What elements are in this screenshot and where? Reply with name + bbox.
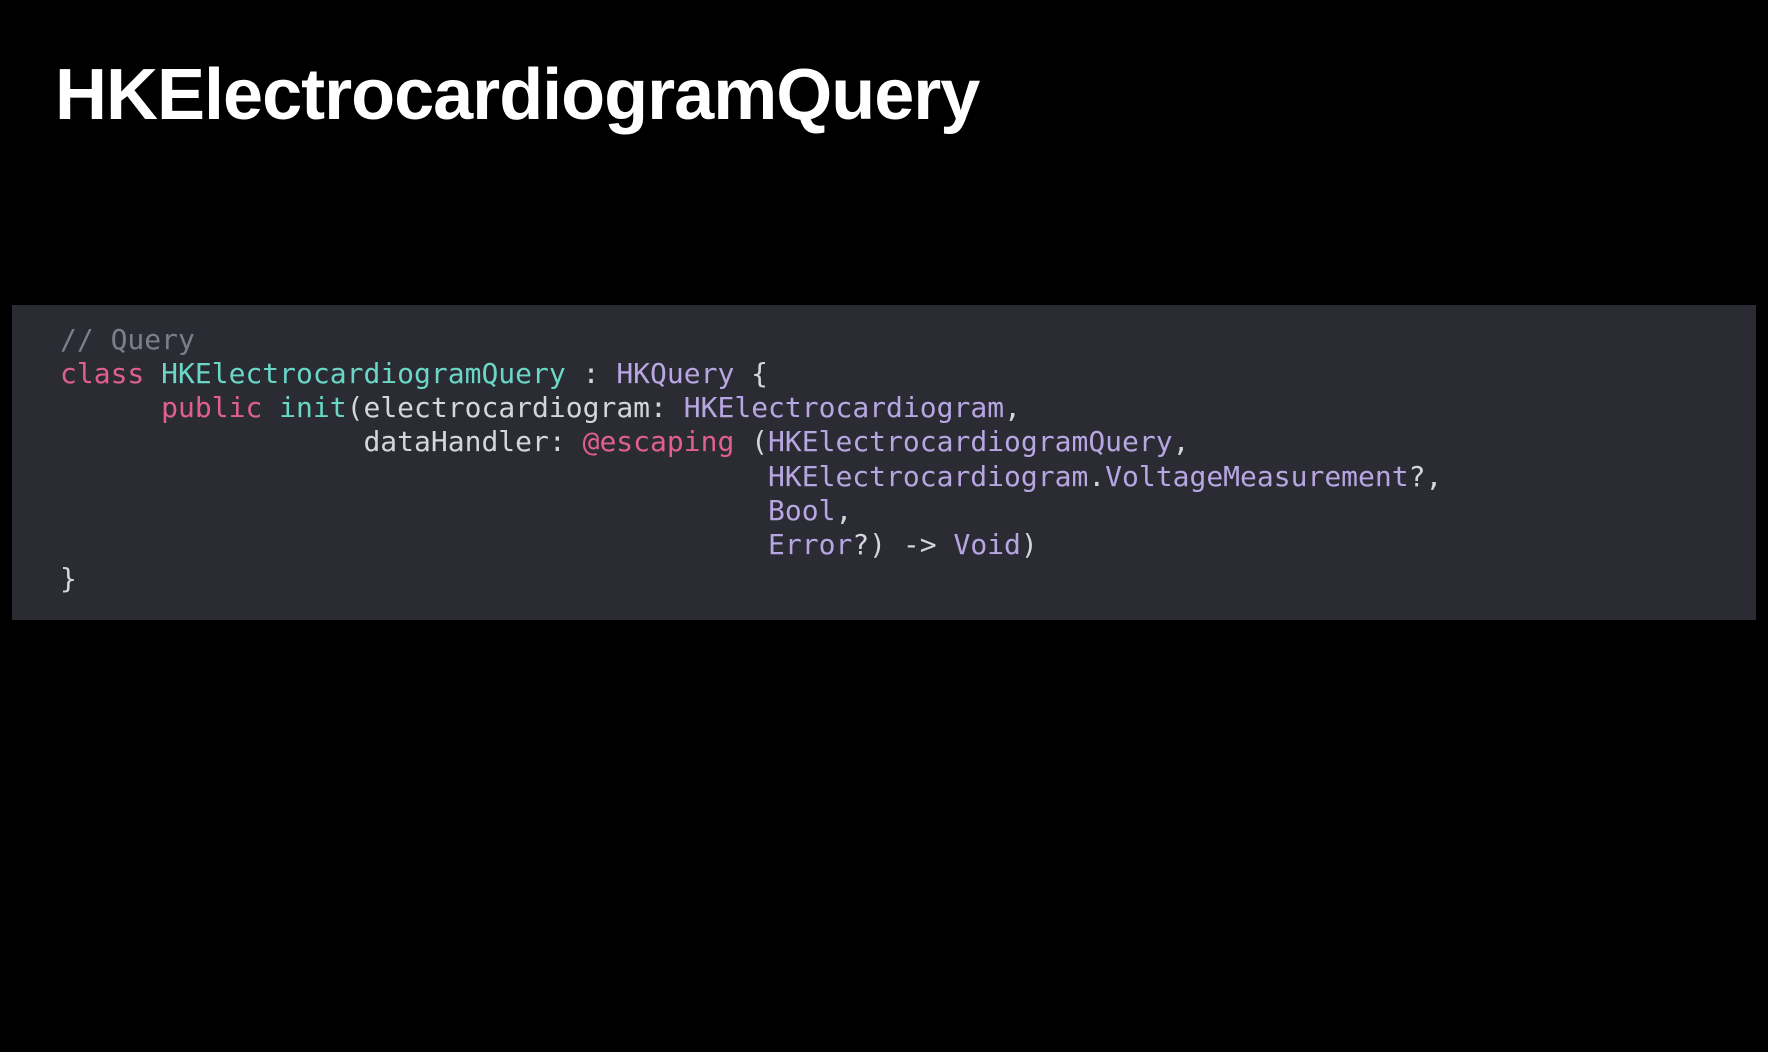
colon: : [566, 357, 617, 390]
label-datahandler: dataHandler: [363, 425, 582, 458]
dot: . [1088, 460, 1105, 493]
superclass: HKQuery [616, 357, 734, 390]
type-ecg: HKElectrocardiogram [684, 391, 1004, 424]
indent [60, 460, 768, 493]
sig1: (electrocardiogram: [347, 391, 684, 424]
indent [60, 425, 363, 458]
type-volt-a: HKElectrocardiogram [768, 460, 1088, 493]
indent [60, 391, 161, 424]
slide-title: HKElectrocardiogramQuery [55, 54, 979, 136]
code-block: // Query class HKElectrocardiogramQuery … [12, 305, 1756, 620]
brace-open: { [734, 357, 768, 390]
type-query: HKElectrocardiogramQuery [768, 425, 1173, 458]
brace-close: } [60, 562, 77, 595]
type-error: Error [768, 528, 852, 561]
close-paren: ) [1021, 528, 1038, 561]
kw-escaping: @escaping [583, 425, 735, 458]
comma3: , [835, 494, 852, 527]
type-bool: Bool [768, 494, 835, 527]
indent [60, 494, 768, 527]
sp [262, 391, 279, 424]
comma1: , [1004, 391, 1021, 424]
indent [60, 528, 768, 561]
kw-init: init [279, 391, 346, 424]
code-comment: // Query [60, 323, 195, 356]
opt1: ?, [1409, 460, 1443, 493]
class-name: HKElectrocardiogramQuery [161, 357, 566, 390]
kw-class: class [60, 357, 144, 390]
type-volt-b: VoltageMeasurement [1105, 460, 1408, 493]
comma2: , [1173, 425, 1190, 458]
type-void: Void [953, 528, 1020, 561]
kw-public: public [161, 391, 262, 424]
slide-root: HKElectrocardiogramQuery // Query class … [0, 0, 1768, 1052]
sig2: ( [734, 425, 768, 458]
opt2: ?) -> [852, 528, 953, 561]
